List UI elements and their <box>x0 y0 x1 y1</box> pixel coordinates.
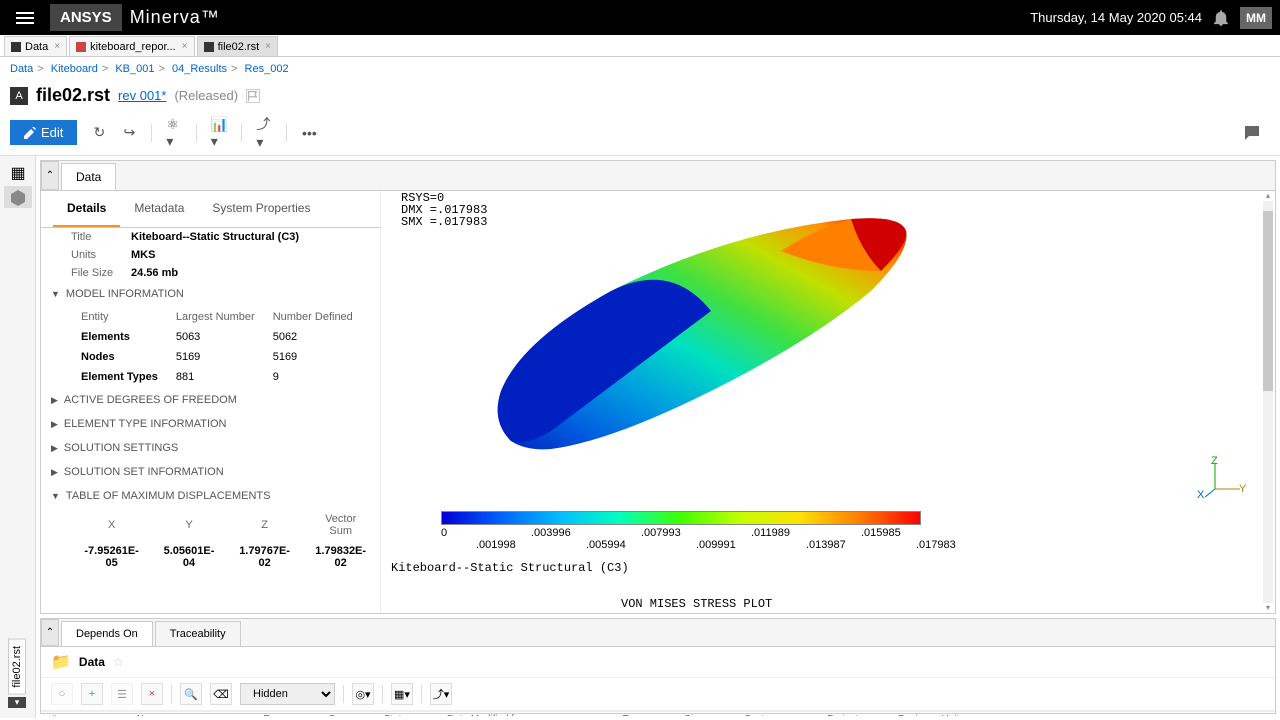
crumb-kiteboard[interactable]: Kiteboard <box>51 63 98 75</box>
remove-button[interactable]: × <box>141 683 163 705</box>
scrollbar[interactable]: ▴ ▾ <box>1263 201 1273 603</box>
status-text: (Released) <box>174 88 238 103</box>
circle-button[interactable]: ○ <box>51 683 73 705</box>
vertical-tab[interactable]: file02.rst ▾ <box>8 639 26 708</box>
clear-button[interactable]: ⌫ <box>210 683 232 705</box>
more-icon[interactable]: ••• <box>301 125 317 141</box>
file-icon <box>11 42 21 52</box>
close-icon[interactable]: × <box>182 41 188 52</box>
section-sol-set[interactable]: SOLUTION SET INFORMATION <box>41 460 380 484</box>
datetime: Thursday, 14 May 2020 05:44 <box>1030 10 1202 25</box>
rail-grid-icon[interactable]: ▦ <box>4 162 32 184</box>
search-button[interactable]: 🔍 <box>180 683 202 705</box>
crumb-data[interactable]: Data <box>10 63 33 75</box>
colorbar: 0 .001998 .003996 .005994 .007993 .00999… <box>441 511 921 553</box>
brand-logo: ANSYS <box>50 4 122 31</box>
flag-icon[interactable] <box>246 89 260 103</box>
network-icon[interactable]: ⚛ ▾ <box>166 125 182 141</box>
data-tab[interactable]: Data <box>61 163 116 190</box>
section-model-info[interactable]: MODEL INFORMATION <box>41 282 380 306</box>
share-icon[interactable]: ⤴ ▾ <box>256 125 272 141</box>
tab-details[interactable]: Details <box>53 191 120 227</box>
collapse-button[interactable]: ⌃ <box>41 161 59 190</box>
data-label: Data <box>79 655 105 669</box>
collapse-button[interactable]: ⌃ <box>41 619 59 646</box>
chart-icon[interactable]: 📊 ▾ <box>211 125 227 141</box>
section-active-dof[interactable]: ACTIVE DEGREES OF FREEDOM <box>41 388 380 412</box>
tab-depends-on[interactable]: Depends On <box>61 621 153 646</box>
redo-icon[interactable]: ↪ <box>121 125 137 141</box>
menu-icon[interactable] <box>8 1 42 35</box>
revision-link[interactable]: rev 001* <box>118 88 166 103</box>
model-render <box>431 191 911 461</box>
crumb-results[interactable]: 04_Results <box>172 63 227 75</box>
user-badge[interactable]: MM <box>1240 7 1272 29</box>
add-button[interactable]: + <box>81 683 103 705</box>
section-elem-type[interactable]: ELEMENT TYPE INFORMATION <box>41 412 380 436</box>
breadcrumb: Data> Kiteboard> KB_001> 04_Results> Res… <box>0 57 1280 81</box>
list-button[interactable]: ☰ <box>111 683 133 705</box>
plot-caption: Kiteboard--Static Structural (C3) <box>391 561 629 575</box>
value-units: MKS <box>131 249 155 261</box>
star-icon[interactable]: ☆ <box>113 655 124 669</box>
column-headers: # Name Rev... S... State Date Modified [… <box>41 711 1275 716</box>
pencil-icon <box>24 127 36 139</box>
crumb-kb001[interactable]: KB_001 <box>115 63 154 75</box>
grid-button[interactable]: ▦▾ <box>391 683 413 705</box>
tab-kiteboard-report[interactable]: kiteboard_repor...× <box>69 36 194 56</box>
comment-icon[interactable] <box>1244 125 1260 141</box>
close-icon[interactable]: × <box>265 41 271 52</box>
label-filesize: File Size <box>71 267 131 279</box>
plot-title: VON MISES STRESS PLOT <box>621 597 772 611</box>
tabs-bar: Data× kiteboard_repor...× file02.rst× <box>0 35 1280 57</box>
tab-system-properties[interactable]: System Properties <box>198 191 324 227</box>
edit-button[interactable]: Edit <box>10 120 77 145</box>
app-name: Minerva™ <box>130 7 220 28</box>
model-info-table: EntityLargest NumberNumber Defined Eleme… <box>71 306 363 388</box>
crumb-res002[interactable]: Res_002 <box>245 63 289 75</box>
3d-viewer[interactable]: RSYS=0 DMX =.017983 SMX =.017983 <box>381 191 1275 613</box>
section-sol-settings[interactable]: SOLUTION SETTINGS <box>41 436 380 460</box>
file-icon <box>204 42 214 52</box>
tab-metadata[interactable]: Metadata <box>120 191 198 227</box>
refresh-icon[interactable]: ↻ <box>91 125 107 141</box>
tab-file02[interactable]: file02.rst× <box>197 36 278 56</box>
axes-gizmo: Z Y X <box>1205 459 1245 503</box>
tab-traceability[interactable]: Traceability <box>155 621 241 646</box>
value-filesize: 24.56 mb <box>131 267 178 279</box>
rail-3d-icon[interactable] <box>4 186 32 208</box>
target-button[interactable]: ◎▾ <box>352 683 374 705</box>
label-title: Title <box>71 231 131 243</box>
filter-select[interactable]: Hidden <box>240 683 335 705</box>
close-icon[interactable]: × <box>54 41 60 52</box>
displacement-table: XYZVector Sum -7.95261E-055.05601E-041.7… <box>71 508 380 574</box>
file-name: file02.rst <box>36 85 110 106</box>
share-button[interactable]: ⤴▾ <box>430 683 452 705</box>
file-type-icon: A <box>10 87 28 105</box>
pdf-icon <box>76 42 86 52</box>
label-units: Units <box>71 249 131 261</box>
section-max-disp[interactable]: TABLE OF MAXIMUM DISPLACEMENTS <box>41 484 380 508</box>
value-title: Kiteboard--Static Structural (C3) <box>131 231 299 243</box>
tab-data[interactable]: Data× <box>4 36 67 56</box>
bell-icon[interactable] <box>1214 10 1228 26</box>
